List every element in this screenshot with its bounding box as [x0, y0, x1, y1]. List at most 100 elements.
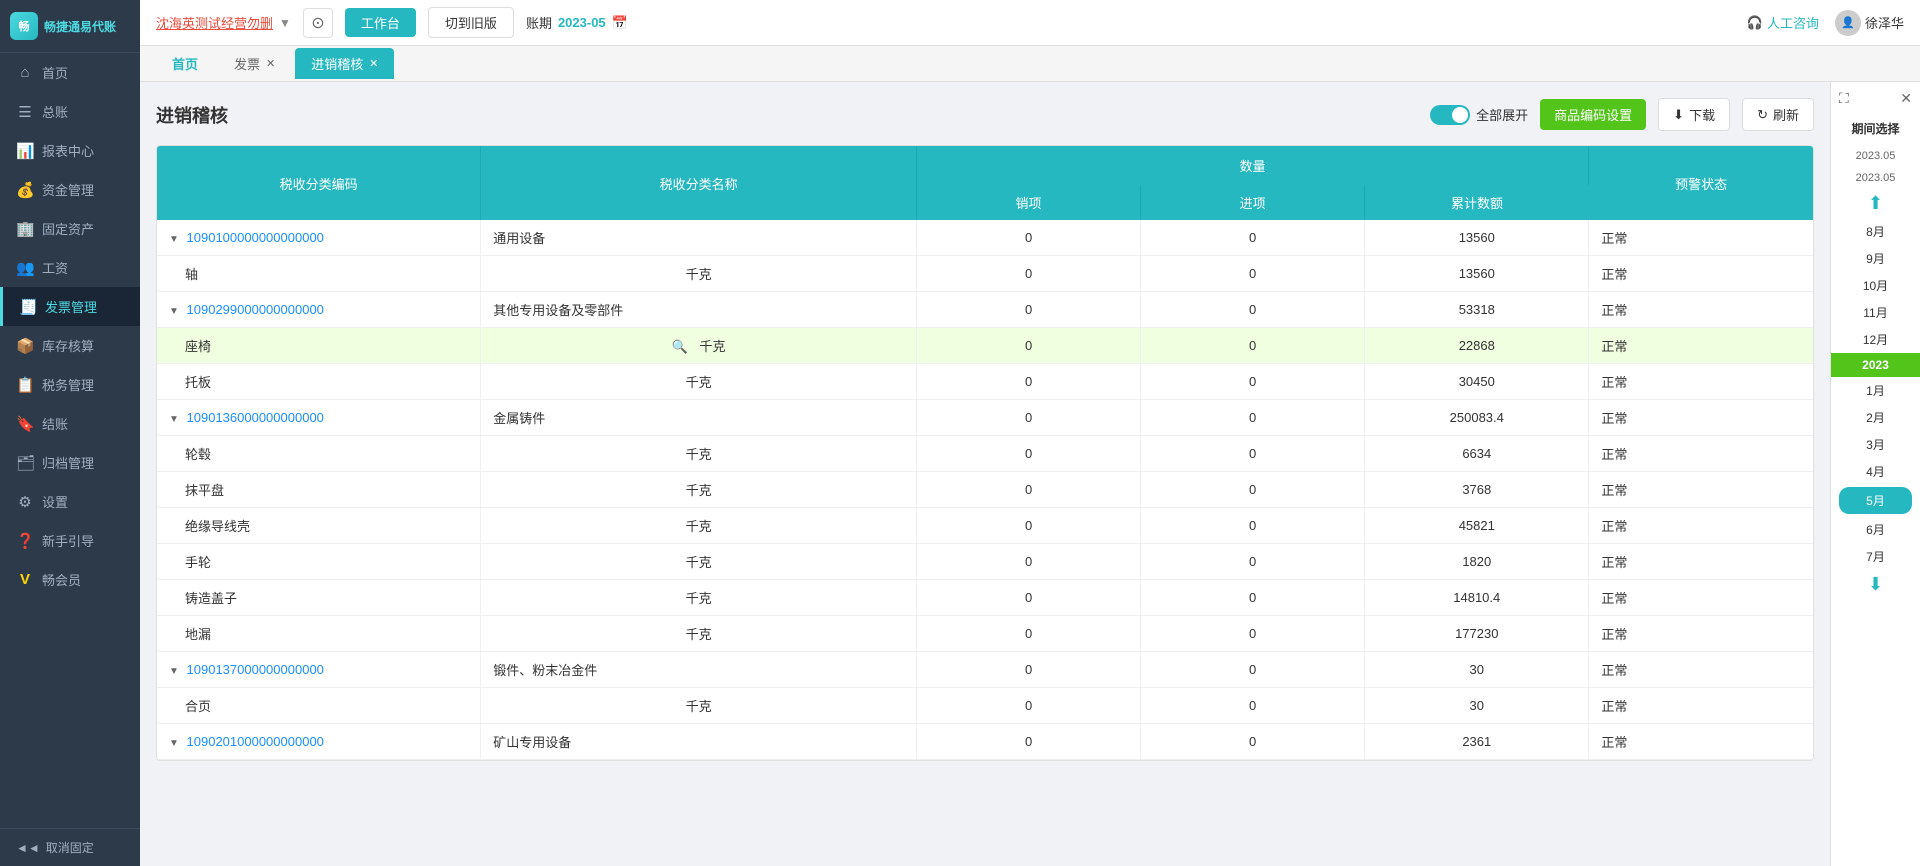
period-9[interactable]: 9月 — [1831, 245, 1920, 272]
tab-reconcile[interactable]: 进销稽核 ✕ — [295, 48, 394, 79]
child-warning: 正常 — [1589, 436, 1813, 472]
child-unit: 千克 — [481, 580, 917, 616]
period-6[interactable]: 6月 — [1831, 516, 1920, 543]
sidebar-item-payroll[interactable]: 👥 工资 — [0, 248, 140, 287]
app-logo: 畅 畅捷通易代账 — [0, 0, 140, 53]
toggle-track[interactable] — [1430, 105, 1470, 125]
sidebar-label-reports: 报表中心 — [42, 141, 94, 160]
sidebar-item-settlement[interactable]: 🔖 结账 — [0, 404, 140, 443]
sidebar-item-inventory[interactable]: 📦 库存核算 — [0, 326, 140, 365]
period-1[interactable]: 1月 — [1831, 377, 1920, 404]
child-sale: 0 — [917, 616, 1141, 652]
invoice-icon: 🧾 — [19, 298, 37, 316]
page-actions: 全部展开 商品编码设置 ⬇ 下载 ↻ 刷新 — [1430, 98, 1814, 131]
category-purchase: 0 — [1141, 724, 1365, 760]
child-unit: 千克 — [481, 688, 917, 724]
company-settings-btn[interactable]: ⊙ — [303, 8, 333, 38]
sidebar-label-ledger: 总账 — [42, 102, 68, 121]
headset-icon: 🎧 — [1747, 15, 1763, 31]
tab-invoice[interactable]: 发票 ✕ — [218, 48, 291, 79]
period-3[interactable]: 3月 — [1831, 431, 1920, 458]
child-warning: 正常 — [1589, 580, 1813, 616]
sidebar-item-funds[interactable]: 💰 资金管理 — [0, 170, 140, 209]
sidebar-label-settlement: 结账 — [42, 414, 68, 433]
calendar-icon[interactable]: 📅 — [612, 15, 628, 31]
period-4[interactable]: 4月 — [1831, 458, 1920, 485]
col-header-warning: 预警状态 — [1589, 146, 1813, 220]
sidebar-item-reports[interactable]: 📊 报表中心 — [0, 131, 140, 170]
panel-close-btn[interactable]: ✕ — [1900, 90, 1912, 107]
switch-version-btn[interactable]: 切到旧版 — [428, 7, 514, 38]
user-menu[interactable]: 👤 徐泽华 — [1835, 10, 1904, 36]
period-12[interactable]: 12月 — [1831, 326, 1920, 353]
sidebar-item-member[interactable]: V 畅会员 — [0, 560, 140, 599]
archive-icon: 🗂 — [16, 454, 34, 472]
period-10[interactable]: 10月 — [1831, 272, 1920, 299]
table-row: 地漏 千克 0 0 177230 正常 — [157, 616, 1813, 652]
table-row: 绝缘导线壳 千克 0 0 45821 正常 — [157, 508, 1813, 544]
period-2[interactable]: 2月 — [1831, 404, 1920, 431]
data-table: 税收分类编码 税收分类名称 数量 预警状态 销项 进项 累计数额 — [156, 145, 1814, 761]
sidebar-unpin-btn[interactable]: ◄◄ 取消固定 — [0, 828, 140, 866]
avatar: 👤 — [1835, 10, 1861, 36]
panel-expand-btn[interactable]: ⛶ — [1839, 90, 1849, 107]
main-area: 沈海英测试经营勿删 ▼ ⊙ 工作台 切到旧版 账期 2023-05 📅 🎧 人工… — [140, 0, 1920, 866]
sidebar-item-ledger[interactable]: ☰ 总账 — [0, 92, 140, 131]
company-name[interactable]: 沈海英测试经营勿删 — [156, 13, 273, 32]
period-scroll-down[interactable]: ⬇ — [1831, 570, 1920, 599]
child-sale: 0 — [917, 256, 1141, 292]
period-7[interactable]: 7月 — [1831, 543, 1920, 570]
workbench-btn[interactable]: 工作台 — [345, 8, 416, 37]
category-total: 250083.4 — [1365, 400, 1589, 436]
child-warning: 正常 — [1589, 256, 1813, 292]
child-purchase: 0 — [1141, 580, 1365, 616]
category-warning: 正常 — [1589, 292, 1813, 328]
expand-icon[interactable]: ▼ — [169, 306, 179, 317]
search-icon-cell[interactable]: 🔍 — [672, 339, 688, 354]
sidebar-item-settings[interactable]: ⚙ 设置 — [0, 482, 140, 521]
sidebar-item-invoice[interactable]: 🧾 发票管理 — [0, 287, 140, 326]
sidebar-item-home[interactable]: ⌂ 首页 — [0, 53, 140, 92]
expand-toggle[interactable]: 全部展开 — [1430, 105, 1528, 125]
period-year-2023[interactable]: 2023 — [1831, 353, 1920, 377]
member-icon: V — [16, 571, 34, 588]
sidebar-label-invoice: 发票管理 — [45, 297, 97, 316]
sidebar-label-inventory: 库存核算 — [42, 336, 94, 355]
category-total: 30 — [1365, 652, 1589, 688]
child-unit: 千克 — [481, 616, 917, 652]
expand-icon[interactable]: ▼ — [169, 666, 179, 677]
tab-invoice-close[interactable]: ✕ — [266, 57, 275, 70]
period-11[interactable]: 11月 — [1831, 299, 1920, 326]
child-purchase: 0 — [1141, 616, 1365, 652]
tab-reconcile-close[interactable]: ✕ — [369, 57, 378, 70]
period-8[interactable]: 8月 — [1831, 218, 1920, 245]
tab-home[interactable]: 首页 — [156, 48, 214, 79]
category-name: 通用设备 — [481, 220, 917, 256]
expand-icon[interactable]: ▼ — [169, 738, 179, 749]
inventory-icon: 📦 — [16, 337, 34, 355]
child-unit: 千克 — [481, 472, 917, 508]
sidebar-item-archive[interactable]: 🗂 归档管理 — [0, 443, 140, 482]
refresh-btn[interactable]: ↻ 刷新 — [1742, 98, 1814, 131]
table-row: 轴 千克 0 0 13560 正常 — [157, 256, 1813, 292]
category-code: ▼ 1090201000000000000 — [157, 724, 481, 760]
user-name: 徐泽华 — [1865, 13, 1904, 32]
category-code: ▼ 1090100000000000000 — [157, 220, 481, 256]
child-purchase: 0 — [1141, 472, 1365, 508]
category-sale: 0 — [917, 724, 1141, 760]
sidebar-item-guide[interactable]: ❓ 新手引导 — [0, 521, 140, 560]
period-scroll-up[interactable]: ⬆ — [1831, 189, 1920, 218]
company-selector[interactable]: 沈海英测试经营勿删 ▼ — [156, 13, 291, 32]
support-btn[interactable]: 🎧 人工咨询 — [1747, 13, 1819, 32]
expand-icon[interactable]: ▼ — [169, 234, 179, 245]
period-5[interactable]: 5月 — [1839, 487, 1912, 514]
sidebar-item-tax[interactable]: 📋 税务管理 — [0, 365, 140, 404]
expand-icon[interactable]: ▼ — [169, 414, 179, 425]
download-btn[interactable]: ⬇ 下载 — [1658, 98, 1730, 131]
child-sale: 0 — [917, 436, 1141, 472]
sidebar-item-assets[interactable]: 🏢 固定资产 — [0, 209, 140, 248]
child-total: 177230 — [1365, 616, 1589, 652]
category-total: 2361 — [1365, 724, 1589, 760]
child-unit: 千克 — [481, 436, 917, 472]
product-code-btn[interactable]: 商品编码设置 — [1540, 99, 1646, 130]
